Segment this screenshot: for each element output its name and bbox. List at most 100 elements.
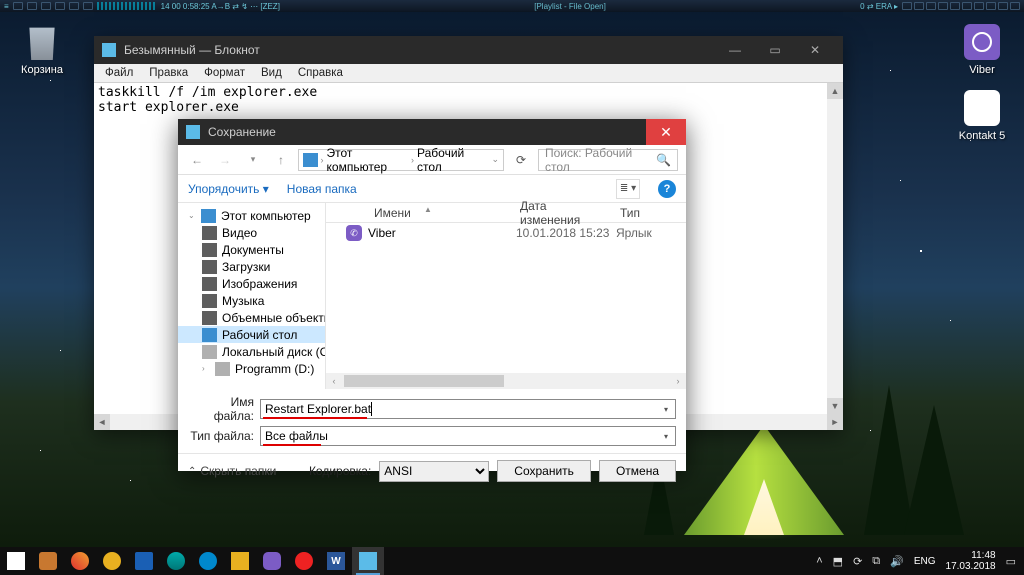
col-date[interactable]: Дата изменения	[514, 199, 614, 227]
winamp-btn[interactable]	[986, 2, 996, 10]
save-button[interactable]: Сохранить	[497, 460, 591, 482]
tray-network-icon[interactable]: ⧉	[872, 555, 880, 568]
dropdown-icon[interactable]: ▾	[659, 402, 673, 416]
winamp-btn[interactable]	[950, 2, 960, 10]
taskbar[interactable]: W ˄ ⬒ ⟳ ⧉ 🔊 ENG 11:48 17.03.2018 ▭	[0, 547, 1024, 575]
crumb-location[interactable]: Рабочий стол	[417, 146, 485, 174]
tb-app[interactable]	[160, 547, 192, 575]
tb-app[interactable]	[192, 547, 224, 575]
refresh-button[interactable]: ⟳	[510, 149, 532, 171]
winamp-btn[interactable]	[69, 2, 79, 10]
desktop-kontakt[interactable]: Kontakt 5	[952, 90, 1012, 142]
menu-format[interactable]: Формат	[197, 65, 252, 81]
close-button[interactable]: ✕	[646, 119, 686, 145]
hide-folders-toggle[interactable]: ⌃ Скрыть папки	[188, 464, 276, 478]
dropdown-icon[interactable]: ▾	[659, 429, 673, 443]
nav-up-button[interactable]: ↑	[270, 149, 292, 171]
winamp-btn[interactable]	[962, 2, 972, 10]
breadcrumb[interactable]: › Этот компьютер › Рабочий стол ⌄	[298, 149, 504, 171]
tb-notepad[interactable]	[352, 547, 384, 575]
view-mode-button[interactable]: ≣ ▾	[616, 179, 640, 199]
tb-app[interactable]	[32, 547, 64, 575]
column-headers[interactable]: Имени▲ Дата изменения Тип	[326, 203, 686, 223]
tb-app[interactable]	[256, 547, 288, 575]
filename-input[interactable]: Restart Explorer.bat ▾	[260, 399, 676, 419]
encoding-select[interactable]: ANSI	[379, 461, 489, 482]
tree-cdrive[interactable]: Локальный диск (C:)	[178, 343, 325, 360]
tree-downloads[interactable]: Загрузки	[178, 258, 325, 275]
tree-videos[interactable]: Видео	[178, 224, 325, 241]
menu-help[interactable]: Справка	[291, 65, 350, 81]
winamp-btn[interactable]	[974, 2, 984, 10]
tb-word[interactable]: W	[320, 547, 352, 575]
winamp-btn[interactable]	[55, 2, 65, 10]
winamp-btn[interactable]	[914, 2, 924, 10]
winamp-btn[interactable]	[13, 2, 23, 10]
tray-clock[interactable]: 11:48 17.03.2018	[946, 550, 996, 572]
crumb-dropdown-icon[interactable]: ⌄	[491, 154, 499, 165]
tree-3dobjects[interactable]: Объемные объекты	[178, 309, 325, 326]
filetype-select[interactable]: Все файлы ▾	[260, 426, 676, 446]
col-name[interactable]: Имени▲	[344, 206, 514, 220]
menu-file[interactable]: Файл	[98, 65, 140, 81]
system-tray[interactable]: ˄ ⬒ ⟳ ⧉ 🔊 ENG 11:48 17.03.2018 ▭	[808, 550, 1024, 572]
tree-documents[interactable]: Документы	[178, 241, 325, 258]
tb-app[interactable]	[128, 547, 160, 575]
help-button[interactable]: ?	[658, 180, 676, 198]
cancel-button[interactable]: Отмена	[599, 460, 676, 482]
close-button[interactable]: ✕	[795, 36, 835, 64]
notepad-menubar[interactable]: Файл Правка Формат Вид Справка	[94, 64, 843, 83]
tray-language[interactable]: ENG	[914, 556, 936, 567]
tree-music[interactable]: Музыка	[178, 292, 325, 309]
notepad-titlebar[interactable]: Безымянный — Блокнот — ▭ ✕	[94, 36, 843, 64]
winamp-btn[interactable]	[1010, 2, 1020, 10]
menu-view[interactable]: Вид	[254, 65, 289, 81]
winamp-btn[interactable]	[27, 2, 37, 10]
winamp-btn[interactable]	[902, 2, 912, 10]
tb-app[interactable]	[64, 547, 96, 575]
tree-this-pc[interactable]: ⌄Этот компьютер	[178, 207, 325, 224]
col-type[interactable]: Тип	[614, 206, 686, 220]
minimize-button[interactable]: —	[715, 36, 755, 64]
nav-forward-button[interactable]: →	[214, 149, 236, 171]
start-button[interactable]	[0, 547, 32, 575]
crumb-root[interactable]: Этот компьютер	[327, 146, 409, 174]
winamp-btn[interactable]	[926, 2, 936, 10]
folder-tree[interactable]: ⌄Этот компьютер Видео Документы Загрузки…	[178, 203, 326, 389]
menu-edit[interactable]: Правка	[142, 65, 195, 81]
newfolder-button[interactable]: Новая папка	[287, 182, 357, 196]
tree-ddrive[interactable]: ›Programm (D:)	[178, 360, 325, 377]
list-scrollbar[interactable]: ‹ ›	[326, 373, 686, 389]
tray-app-icon[interactable]: ⟳	[853, 555, 862, 568]
tb-opera[interactable]	[288, 547, 320, 575]
scroll-up-icon[interactable]: ▲	[827, 83, 843, 99]
scroll-right-icon[interactable]: ►	[827, 414, 843, 430]
maximize-button[interactable]: ▭	[755, 36, 795, 64]
winamp-btn[interactable]	[41, 2, 51, 10]
desktop-trash[interactable]: Корзина	[12, 24, 72, 76]
winamp-bar[interactable]: ≡ 14 00 0:58:25 A→B ⇄ ↯ ⋯ [ZEZ] [Playlis…	[0, 0, 1024, 12]
search-input[interactable]: Поиск: Рабочий стол 🔍	[538, 149, 678, 171]
tree-images[interactable]: Изображения	[178, 275, 325, 292]
winamp-btn[interactable]	[83, 2, 93, 10]
tray-app-icon[interactable]: ⬒	[833, 555, 843, 568]
nav-back-button[interactable]: ←	[186, 149, 208, 171]
notifications-icon[interactable]: ▭	[1006, 555, 1016, 568]
organize-button[interactable]: Упорядочить ▾	[188, 182, 269, 196]
scroll-down-icon[interactable]: ▼	[827, 398, 843, 414]
file-row[interactable]: ✆ Viber 10.01.2018 15:23 Ярлык	[326, 223, 686, 243]
tray-volume-icon[interactable]: 🔊	[890, 555, 904, 568]
winamp-menu-icon[interactable]: ≡	[4, 2, 9, 11]
tb-app[interactable]	[96, 547, 128, 575]
file-list[interactable]: Имени▲ Дата изменения Тип ✆ Viber 10.01.…	[326, 203, 686, 389]
scroll-left-icon[interactable]: ◄	[94, 414, 110, 430]
desktop-viber[interactable]: Viber	[952, 24, 1012, 76]
tray-chevron-icon[interactable]: ˄	[816, 555, 822, 567]
tree-desktop[interactable]: Рабочий стол	[178, 326, 325, 343]
save-dialog[interactable]: Сохранение ✕ ← → ▾ ↑ › Этот компьютер › …	[178, 119, 686, 471]
winamp-btn[interactable]	[998, 2, 1008, 10]
winamp-btn[interactable]	[938, 2, 948, 10]
scrollbar-vertical[interactable]: ▲ ▼	[827, 83, 843, 414]
tb-app[interactable]	[224, 547, 256, 575]
savedlg-titlebar[interactable]: Сохранение ✕	[178, 119, 686, 145]
